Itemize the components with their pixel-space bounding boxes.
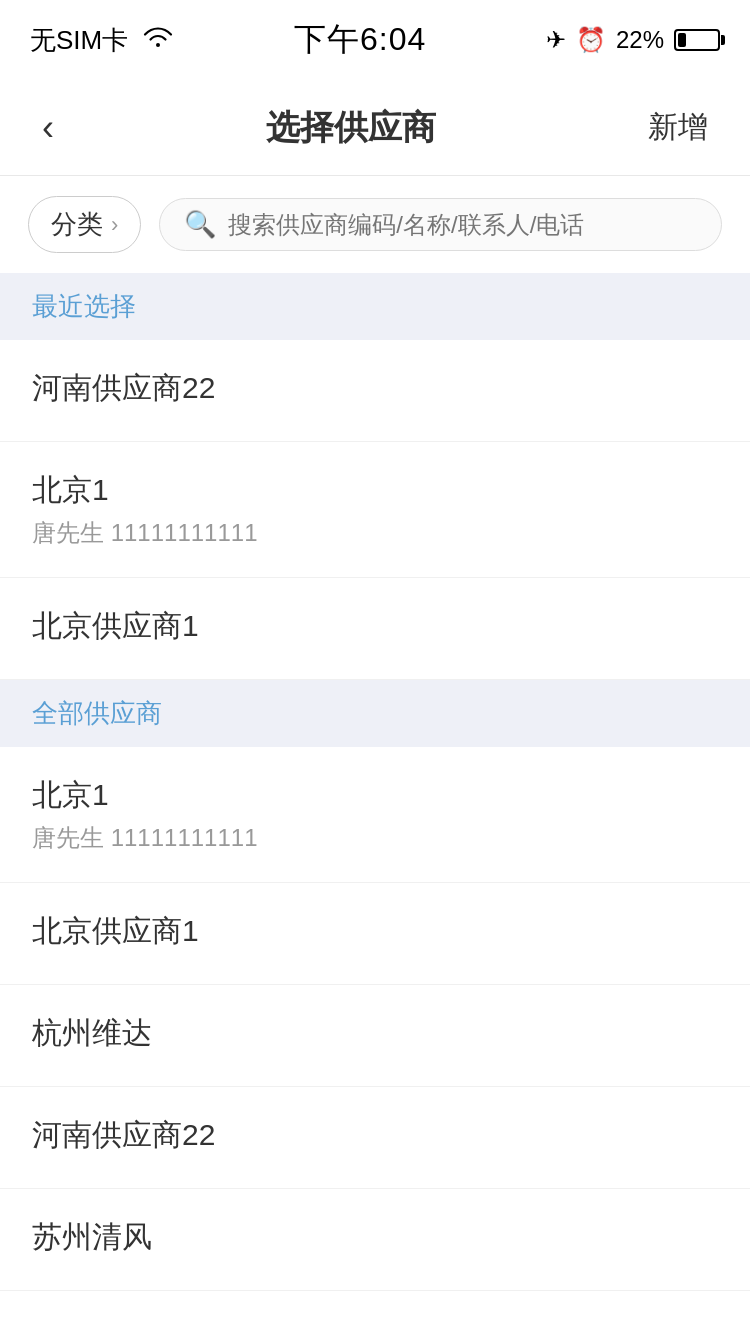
- nav-bar: ‹ 选择供应商 新增: [0, 80, 750, 176]
- carrier-label: 无SIM卡: [30, 23, 128, 58]
- status-right: ✈ ⏰ 22%: [546, 26, 720, 54]
- location-icon: ✈: [546, 26, 566, 54]
- item-name: 北京1: [32, 775, 718, 816]
- item-name: 河南供应商22: [32, 1115, 718, 1156]
- item-name: 河南供应商22: [32, 368, 718, 409]
- back-button[interactable]: ‹: [32, 97, 64, 159]
- item-name: 北京1: [32, 470, 718, 511]
- search-input[interactable]: [228, 211, 697, 239]
- sections-container: 最近选择河南供应商22 北京1 唐先生 11111111111 北京供应商1 全部供应商…: [0, 273, 750, 1291]
- battery-percent: 22%: [616, 26, 664, 54]
- status-left: 无SIM卡: [30, 23, 174, 58]
- item-name: 北京供应商1: [32, 911, 718, 952]
- status-bar: 无SIM卡 下午6:04 ✈ ⏰ 22%: [0, 0, 750, 80]
- category-filter-button[interactable]: 分类 ›: [28, 196, 141, 253]
- status-time: 下午6:04: [294, 18, 426, 62]
- category-label: 分类: [51, 207, 103, 242]
- wifi-icon: [142, 25, 174, 56]
- search-icon: 🔍: [184, 209, 216, 240]
- section-header-all: 全部供应商: [0, 680, 750, 747]
- list-item[interactable]: 北京供应商1: [0, 578, 750, 680]
- list-item[interactable]: 河南供应商22: [0, 1087, 750, 1189]
- list-item[interactable]: 北京供应商1: [0, 883, 750, 985]
- list-item[interactable]: 北京1 唐先生 11111111111: [0, 442, 750, 578]
- list-item[interactable]: 河南供应商22: [0, 340, 750, 442]
- item-sub: 唐先生 11111111111: [32, 822, 718, 854]
- add-button[interactable]: 新增: [638, 97, 718, 158]
- item-sub: 唐先生 11111111111: [32, 517, 718, 549]
- list-item[interactable]: 北京1 唐先生 11111111111: [0, 747, 750, 883]
- page-title: 选择供应商: [64, 105, 638, 151]
- alarm-icon: ⏰: [576, 26, 606, 54]
- item-name: 杭州维达: [32, 1013, 718, 1054]
- item-name: 苏州清风: [32, 1217, 718, 1258]
- section-header-recent: 最近选择: [0, 273, 750, 340]
- battery-icon: [674, 29, 720, 51]
- search-box: 🔍: [159, 198, 722, 251]
- list-item[interactable]: 杭州维达: [0, 985, 750, 1087]
- chevron-right-icon: ›: [111, 212, 118, 238]
- list-item[interactable]: 苏州清风: [0, 1189, 750, 1291]
- item-name: 北京供应商1: [32, 606, 718, 647]
- filter-bar: 分类 › 🔍: [0, 176, 750, 273]
